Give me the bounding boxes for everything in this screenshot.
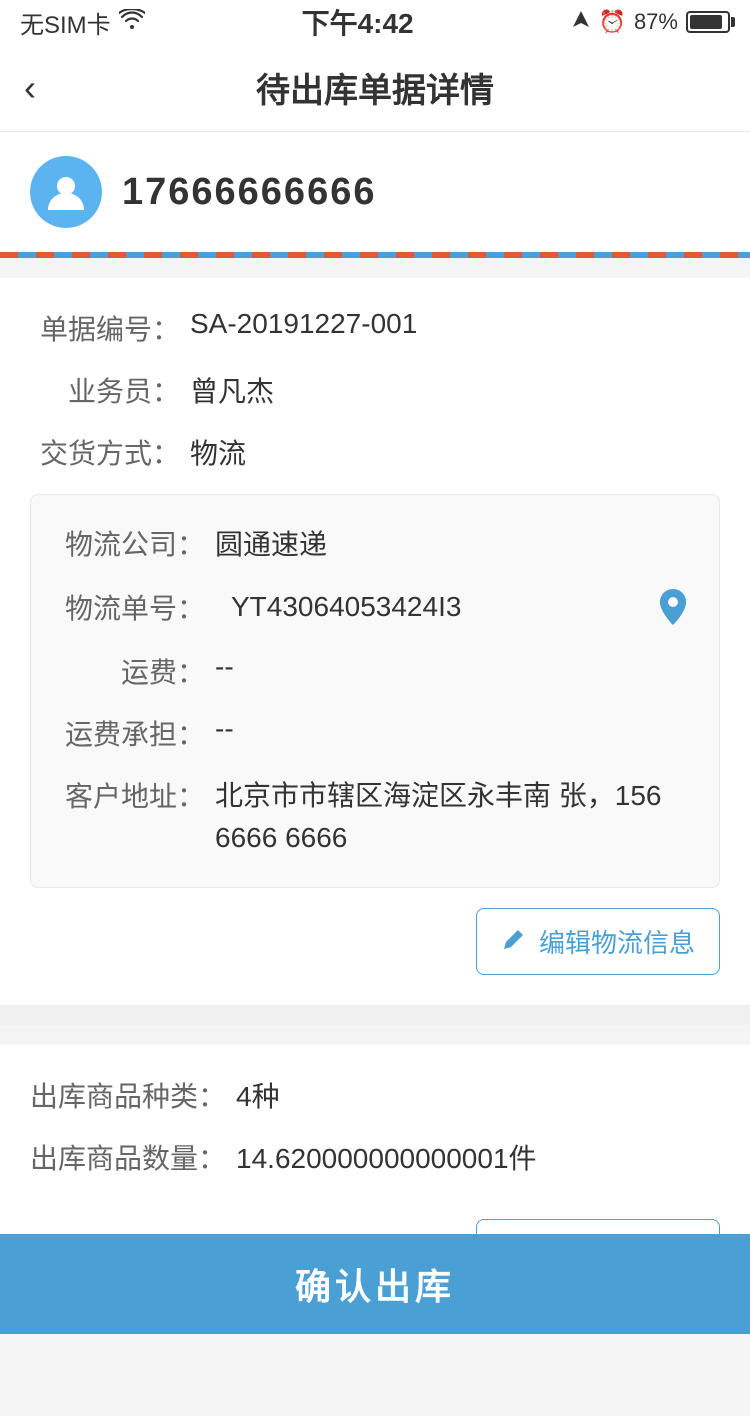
battery-icon [686,11,730,33]
logistics-company-row: 物流公司： 圆通速递 [55,523,695,563]
salesman-row: 业务员： 曾凡杰 [30,370,720,410]
freight-bearer-value: -- [215,713,695,745]
confirm-btn-wrap: 确认出库 [0,1234,750,1334]
logistics-card: 物流公司： 圆通速递 物流单号： YT43064053424I3 运费： -- … [30,494,720,888]
confirm-outbound-button[interactable]: 确认出库 [0,1234,750,1334]
dashed-divider [0,252,750,258]
page-title: 待出库单据详情 [256,63,494,112]
freight-value: -- [215,651,695,683]
document-info-section: 单据编号： SA-20191227-001 业务员： 曾凡杰 交货方式： 物流 … [0,278,750,1005]
status-bar-right: ⏰ 87% [571,9,730,35]
customer-header: 17666666666 [0,132,750,252]
freight-bearer-row: 运费承担： -- [55,713,695,753]
tracking-value: YT43064053424I3 [231,591,635,623]
logistics-company-label: 物流公司： [55,523,215,563]
address-row: 客户地址： 北京市市辖区海淀区永丰南 张，156 6666 6666 [55,775,695,859]
goods-types-row: 出库商品种类： 4种 [30,1075,720,1115]
map-pin-icon [655,589,691,625]
salesman-value: 曾凡杰 [190,370,720,410]
delivery-value: 物流 [190,432,720,472]
doc-number-value: SA-20191227-001 [190,308,720,340]
salesman-label: 业务员： [30,370,190,410]
battery-percent: 87% [634,9,678,35]
customer-phone: 17666666666 [122,171,376,214]
status-bar-left: 无SIM卡 [20,5,145,40]
wifi-icon [119,8,145,36]
edit-logistics-label: 编辑物流信息 [539,923,695,960]
doc-number-row: 单据编号： SA-20191227-001 [30,308,720,348]
goods-quantity-label: 出库商品数量： [30,1137,236,1177]
section-divider [0,1005,750,1025]
status-bar: 无SIM卡 下午4:42 ⏰ 87% [0,0,750,44]
delivery-row: 交货方式： 物流 [30,432,720,472]
freight-bearer-label: 运费承担： [55,713,215,753]
tracking-row: 物流单号： YT43064053424I3 [55,585,695,629]
edit-icon [501,928,529,956]
freight-row: 运费： -- [55,651,695,691]
carrier-text: 无SIM卡 [20,5,111,40]
doc-number-label: 单据编号： [30,308,190,348]
avatar [30,156,102,228]
location-status-icon [571,9,591,35]
goods-types-label: 出库商品种类： [30,1075,236,1115]
goods-types-value: 4种 [236,1075,720,1115]
user-icon [44,170,88,214]
tracking-label: 物流单号： [55,587,215,627]
logistics-company-value: 圆通速递 [215,523,695,563]
back-button[interactable]: ‹ [24,67,36,109]
edit-logistics-button[interactable]: 编辑物流信息 [476,908,720,975]
alarm-icon: ⏰ [599,9,626,35]
goods-quantity-value: 14.620000000000001件 [236,1137,720,1177]
nav-bar: ‹ 待出库单据详情 [0,44,750,132]
goods-quantity-row: 出库商品数量： 14.620000000000001件 [30,1137,720,1177]
status-bar-time: 下午4:42 [302,2,414,42]
address-label: 客户地址： [55,775,215,815]
edit-btn-container: 编辑物流信息 [30,888,720,975]
tracking-location-icon[interactable] [651,585,695,629]
delivery-label: 交货方式： [30,432,190,472]
freight-label: 运费： [55,651,215,691]
address-value: 北京市市辖区海淀区永丰南 张，156 6666 6666 [215,775,695,859]
